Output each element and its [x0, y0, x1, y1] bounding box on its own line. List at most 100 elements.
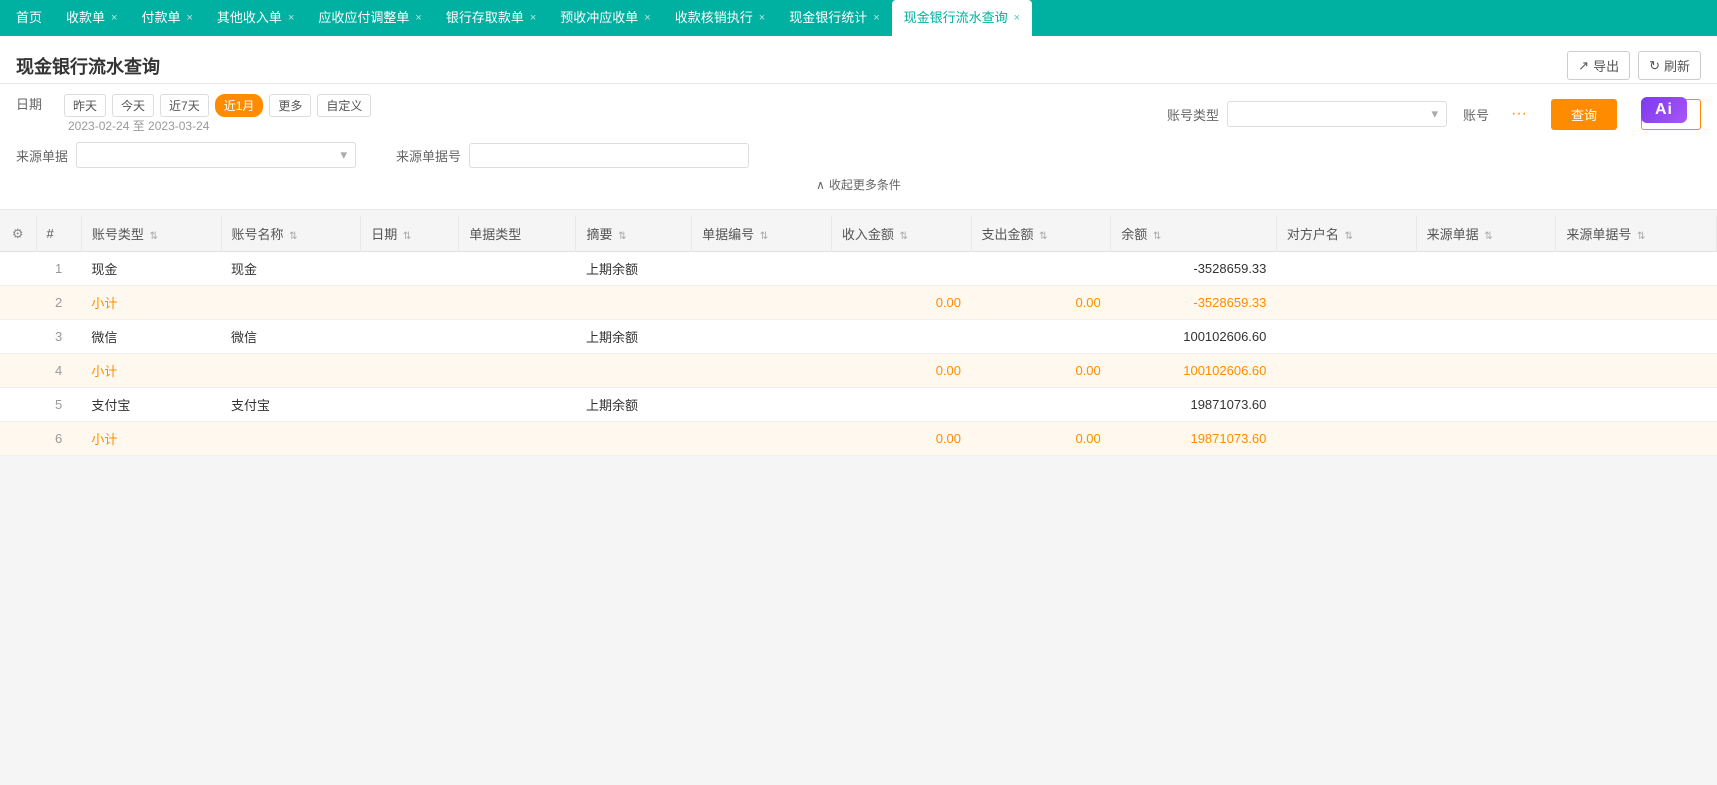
table-row: 3微信微信上期余额100102606.60	[0, 320, 1717, 354]
td-counterparty	[1276, 252, 1416, 286]
nav-item-receipt[interactable]: 收款单×	[54, 0, 129, 36]
date-btn-yesterday[interactable]: 昨天	[64, 94, 106, 117]
sort-icon-account-type: ⇅	[149, 231, 157, 242]
td-counterparty	[1276, 388, 1416, 422]
table-body: 1现金现金上期余额-3528659.332小计0.000.00-3528659.…	[0, 252, 1717, 456]
td-account-type: 小计	[81, 286, 221, 320]
td-gear	[0, 422, 36, 456]
td-account-name: 现金	[221, 252, 361, 286]
td-account-name	[221, 422, 361, 456]
nav-item-verify[interactable]: 收款核销执行×	[663, 0, 777, 36]
td-account-name	[221, 286, 361, 320]
date-shortcuts: 昨天今天近7天近1月更多自定义	[64, 94, 371, 117]
nav-close-payment[interactable]: ×	[186, 0, 192, 36]
td-source-doc	[1416, 354, 1556, 388]
td-summary: 上期余额	[576, 252, 692, 286]
date-btn-today[interactable]: 今天	[112, 94, 154, 117]
source-doc-num-input[interactable]	[469, 143, 749, 168]
th-date[interactable]: 日期 ⇅	[361, 216, 459, 252]
nav-item-payment[interactable]: 付款单×	[129, 0, 204, 36]
account-dots[interactable]: ···	[1511, 105, 1527, 123]
th-gear: ⚙	[0, 216, 36, 252]
th-account-type[interactable]: 账号类型 ⇅	[81, 216, 221, 252]
td-summary	[576, 422, 692, 456]
date-btn-more[interactable]: 更多	[269, 94, 311, 117]
td-balance: 19871073.60	[1111, 388, 1277, 422]
td-num: 6	[36, 422, 81, 456]
td-summary: 上期余额	[576, 320, 692, 354]
nav-close-adjust[interactable]: ×	[415, 0, 421, 36]
sort-icon-balance: ⇅	[1153, 231, 1161, 242]
th-account-name[interactable]: 账号名称 ⇅	[221, 216, 361, 252]
td-account-name: 微信	[221, 320, 361, 354]
th-source-doc-num[interactable]: 来源单据号 ⇅	[1556, 216, 1717, 252]
top-navigation: 首页收款单×付款单×其他收入单×应收应付调整单×银行存取款单×预收冲应收单×收款…	[0, 0, 1717, 36]
nav-close-bank-deposit[interactable]: ×	[530, 0, 536, 36]
account-type-filter: 账号类型 ▾	[1167, 101, 1447, 127]
nav-item-bank-flow[interactable]: 现金银行流水查询×	[892, 0, 1032, 36]
td-source-doc	[1416, 320, 1556, 354]
th-doc-num[interactable]: 单据编号 ⇅	[692, 216, 832, 252]
nav-close-bank-flow[interactable]: ×	[1014, 0, 1020, 36]
th-income[interactable]: 收入金额 ⇅	[831, 216, 971, 252]
td-summary: 上期余额	[576, 388, 692, 422]
th-expense[interactable]: 支出金额 ⇅	[971, 216, 1111, 252]
date-btn-custom[interactable]: 自定义	[317, 94, 371, 117]
nav-close-pre-charge[interactable]: ×	[644, 0, 650, 36]
td-counterparty	[1276, 320, 1416, 354]
date-btn-last1m[interactable]: 近1月	[215, 94, 264, 117]
nav-item-other-income[interactable]: 其他收入单×	[205, 0, 306, 36]
collapse-button[interactable]: ∧ 收起更多条件	[816, 172, 901, 197]
th-summary[interactable]: 摘要 ⇅	[576, 216, 692, 252]
chevron-down-icon-2: ▾	[340, 147, 347, 163]
td-doc-num	[692, 252, 832, 286]
td-account-type: 小计	[81, 354, 221, 388]
sort-icon-date: ⇅	[403, 231, 411, 242]
source-doc-num-label: 来源单据号	[396, 146, 461, 165]
td-num: 3	[36, 320, 81, 354]
refresh-button[interactable]: ↻ 刷新	[1638, 51, 1701, 80]
query-button[interactable]: 查询	[1551, 99, 1617, 130]
sort-icon-expense: ⇅	[1039, 231, 1047, 242]
nav-item-home[interactable]: 首页	[4, 0, 54, 36]
th-balance[interactable]: 余额 ⇅	[1111, 216, 1277, 252]
td-gear	[0, 286, 36, 320]
td-date	[361, 354, 459, 388]
td-balance: -3528659.33	[1111, 252, 1277, 286]
td-doc-type	[459, 388, 576, 422]
export-button[interactable]: ↗ 导出	[1567, 51, 1630, 80]
nav-item-adjust[interactable]: 应收应付调整单×	[306, 0, 433, 36]
gear-icon[interactable]: ⚙	[12, 226, 24, 241]
date-range-text: 2023-02-24 至 2023-03-24	[68, 117, 371, 134]
account-filter: 账号 ···	[1463, 105, 1527, 124]
td-account-name: 支付宝	[221, 388, 361, 422]
sort-icon-source-doc: ⇅	[1484, 231, 1492, 242]
account-type-select[interactable]: ▾	[1227, 101, 1447, 127]
td-expense: 0.00	[971, 354, 1111, 388]
td-date	[361, 286, 459, 320]
ai-badge[interactable]: Ai	[1641, 97, 1687, 123]
table-row: 1现金现金上期余额-3528659.33	[0, 252, 1717, 286]
td-gear	[0, 252, 36, 286]
nav-item-pre-charge[interactable]: 预收冲应收单×	[548, 0, 662, 36]
th-counterparty[interactable]: 对方户名 ⇅	[1276, 216, 1416, 252]
nav-item-bank-deposit[interactable]: 银行存取款单×	[434, 0, 548, 36]
td-expense	[971, 388, 1111, 422]
th-num: #	[36, 216, 81, 252]
td-source-doc-num	[1556, 320, 1717, 354]
nav-close-other-income[interactable]: ×	[288, 0, 294, 36]
nav-close-receipt[interactable]: ×	[111, 0, 117, 36]
nav-close-verify[interactable]: ×	[759, 0, 765, 36]
chevron-down-icon: ▾	[1431, 106, 1438, 122]
th-source-doc[interactable]: 来源单据 ⇅	[1416, 216, 1556, 252]
date-filter-controls: 昨天今天近7天近1月更多自定义 2023-02-24 至 2023-03-24	[64, 94, 371, 134]
td-doc-num	[692, 286, 832, 320]
td-date	[361, 422, 459, 456]
source-doc-select[interactable]: ▾	[76, 142, 356, 168]
nav-item-bank-stat[interactable]: 现金银行统计×	[777, 0, 891, 36]
td-income: 0.00	[831, 354, 971, 388]
date-btn-last7[interactable]: 近7天	[160, 94, 209, 117]
td-account-type: 支付宝	[81, 388, 221, 422]
td-counterparty	[1276, 286, 1416, 320]
nav-close-bank-stat[interactable]: ×	[873, 0, 879, 36]
